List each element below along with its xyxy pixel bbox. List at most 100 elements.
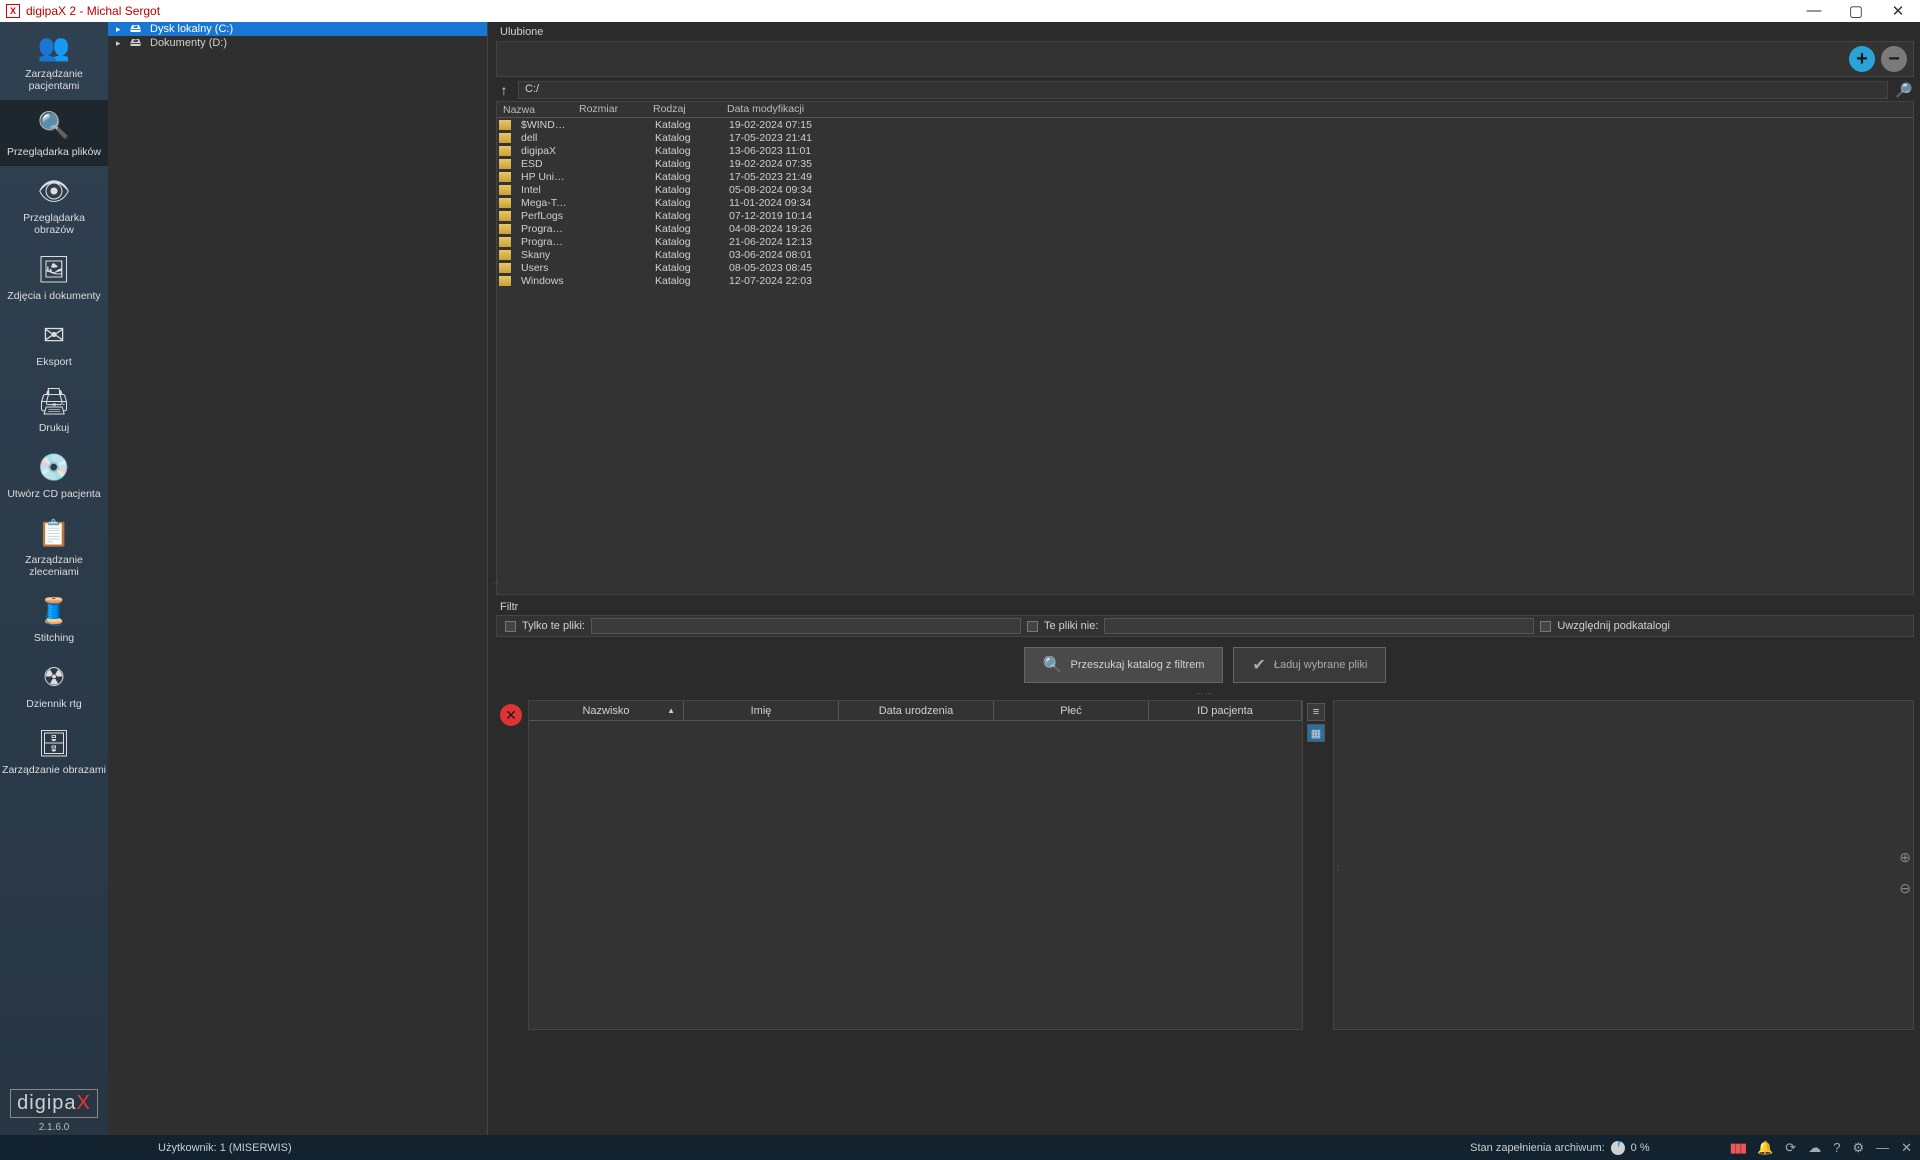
sidebar-item-9[interactable]: ☢Dziennik rtg xyxy=(0,652,108,718)
not-these-checkbox[interactable] xyxy=(1027,621,1038,632)
drive-icon: 🖴 xyxy=(130,34,144,53)
file-row[interactable]: Mega-TechKatalog11-01-2024 09:34 xyxy=(497,196,1913,209)
folder-icon xyxy=(499,237,511,247)
col-patient-id[interactable]: ID pacjenta xyxy=(1149,701,1302,720)
only-these-input[interactable] xyxy=(591,618,1021,634)
col-sex[interactable]: Płeć xyxy=(994,701,1149,720)
check-icon: ✔ xyxy=(1252,655,1265,675)
not-these-input[interactable] xyxy=(1104,618,1534,634)
file-date: 04-08-2024 19:26 xyxy=(723,223,873,235)
folder-icon xyxy=(499,263,511,273)
file-name: Program Files xyxy=(515,223,575,235)
file-name: Program File... xyxy=(515,236,575,248)
tree-item-1[interactable]: ▸🖴Dokumenty (D:) xyxy=(108,36,487,50)
sidebar-item-4[interactable]: ✉Eksport xyxy=(0,310,108,376)
splitter-vertical[interactable]: ⋮ xyxy=(488,22,496,1135)
status-close-icon[interactable]: ✕ xyxy=(1901,1140,1912,1156)
patient-table: Nazwisko▲ Imię Data urodzenia Płeć ID pa… xyxy=(528,700,1303,1030)
col-name[interactable]: Nazwa xyxy=(497,102,573,117)
sidebar-label: Stitching xyxy=(2,632,106,644)
app-icon: X xyxy=(6,4,20,18)
sidebar-item-0[interactable]: 👥Zarządzanie pacjentami xyxy=(0,22,108,100)
maximize-button[interactable]: ▢ xyxy=(1844,2,1868,20)
view-grid-button[interactable]: ▦ xyxy=(1307,724,1325,742)
sidebar-label: Zarządzanie pacjentami xyxy=(2,68,106,92)
sidebar-item-10[interactable]: 🗄Zarządzanie obrazami xyxy=(0,718,108,784)
sidebar-item-5[interactable]: 🖨Drukuj xyxy=(0,376,108,442)
close-button[interactable]: ✕ xyxy=(1886,2,1910,20)
status-minimize-icon[interactable]: — xyxy=(1876,1140,1889,1156)
file-name: Windows xyxy=(515,275,575,287)
expand-icon[interactable]: ▸ xyxy=(116,38,124,49)
file-name: Intel xyxy=(515,184,575,196)
status-alert-icon[interactable]: ▮▮▮ xyxy=(1730,1140,1745,1156)
sidebar-label: Dziennik rtg xyxy=(2,698,106,710)
minimize-button[interactable]: — xyxy=(1802,2,1826,20)
sidebar-icon: 🧵 xyxy=(2,594,106,628)
col-surname[interactable]: Nazwisko▲ xyxy=(529,701,684,720)
path-input[interactable]: C:/ xyxy=(518,81,1888,99)
col-birthdate[interactable]: Data urodzenia xyxy=(839,701,994,720)
file-date: 19-02-2024 07:35 xyxy=(723,158,873,170)
col-date[interactable]: Data modyfikacji xyxy=(721,102,871,117)
file-kind: Katalog xyxy=(649,132,723,144)
file-row[interactable]: dellKatalog17-05-2023 21:41 xyxy=(497,131,1913,144)
up-directory-button[interactable]: ↑ xyxy=(496,82,512,98)
file-kind: Katalog xyxy=(649,275,723,287)
status-cloud-icon[interactable]: ☁ xyxy=(1808,1140,1821,1156)
splitter-horizontal[interactable]: ⋯⋯ xyxy=(496,689,1914,698)
sidebar-item-3[interactable]: 🖼Zdjęcia i dokumenty xyxy=(0,244,108,310)
only-these-label: Tylko te pliki: xyxy=(522,620,585,632)
remove-favorite-button[interactable]: − xyxy=(1881,46,1907,72)
file-row[interactable]: PerfLogsKatalog07-12-2019 10:14 xyxy=(497,209,1913,222)
file-date: 17-05-2023 21:49 xyxy=(723,171,873,183)
zoom-in-button[interactable]: ⊕ xyxy=(1899,849,1911,866)
folder-icon xyxy=(499,146,511,156)
file-kind: Katalog xyxy=(649,145,723,157)
left-sidebar: 👥Zarządzanie pacjentami🔍Przeglądarka pli… xyxy=(0,22,108,1135)
file-row[interactable]: $WINDOWS....Katalog19-02-2024 07:15 xyxy=(497,118,1913,131)
preview-splitter[interactable]: ⋮ xyxy=(1334,865,1340,874)
col-kind[interactable]: Rodzaj xyxy=(647,102,721,117)
sidebar-item-8[interactable]: 🧵 Stitching xyxy=(0,586,108,652)
sidebar-item-7[interactable]: 📋Zarządzanie zleceniami xyxy=(0,508,108,586)
tree-item-0[interactable]: ▸🖴Dysk lokalny (C:) xyxy=(108,22,487,36)
file-row[interactable]: UsersKatalog08-05-2023 08:45 xyxy=(497,261,1913,274)
status-bell-icon[interactable]: 🔔 xyxy=(1757,1140,1773,1156)
only-these-checkbox[interactable] xyxy=(505,621,516,632)
zoom-out-button[interactable]: ⊖ xyxy=(1899,880,1911,897)
file-row[interactable]: Program FilesKatalog04-08-2024 19:26 xyxy=(497,222,1913,235)
file-row[interactable]: SkanyKatalog03-06-2024 08:01 xyxy=(497,248,1913,261)
col-firstname[interactable]: Imię xyxy=(684,701,839,720)
browse-button[interactable]: 🔎 xyxy=(1894,82,1914,99)
file-row[interactable]: HP Universal...Katalog17-05-2023 21:49 xyxy=(497,170,1913,183)
sidebar-item-1[interactable]: 🔍Przeglądarka plików xyxy=(0,100,108,166)
status-settings-icon[interactable]: ⚙ xyxy=(1852,1140,1864,1156)
file-row[interactable]: ESDKatalog19-02-2024 07:35 xyxy=(497,157,1913,170)
sidebar-item-2[interactable]: 👁Przeglądarka obrazów xyxy=(0,166,108,244)
file-row[interactable]: IntelKatalog05-08-2024 09:34 xyxy=(497,183,1913,196)
file-date: 13-06-2023 11:01 xyxy=(723,145,873,157)
file-row[interactable]: Program File...Katalog21-06-2024 12:13 xyxy=(497,235,1913,248)
clear-patients-button[interactable]: ✕ xyxy=(500,704,522,726)
status-help-icon[interactable]: ? xyxy=(1833,1140,1840,1156)
folder-icon xyxy=(499,224,511,234)
add-favorite-button[interactable]: + xyxy=(1849,46,1875,72)
not-these-label: Te pliki nie: xyxy=(1044,620,1098,632)
include-sub-checkbox[interactable] xyxy=(1540,621,1551,632)
sidebar-icon: 🗄 xyxy=(2,726,106,760)
load-selected-button[interactable]: ✔ Ładuj wybrane pliki xyxy=(1233,647,1386,683)
file-row[interactable]: WindowsKatalog12-07-2024 22:03 xyxy=(497,274,1913,287)
version-label: 2.1.6.0 xyxy=(0,1122,108,1133)
file-name: digipaX xyxy=(515,145,575,157)
status-refresh-icon[interactable]: ⟳ xyxy=(1785,1140,1796,1156)
view-list-button[interactable]: ≡ xyxy=(1307,703,1325,721)
expand-icon[interactable]: ▸ xyxy=(116,24,124,35)
sidebar-icon: 🔍 xyxy=(2,108,106,142)
file-date: 08-05-2023 08:45 xyxy=(723,262,873,274)
scan-button-label: Przeszukaj katalog z filtrem xyxy=(1071,659,1205,671)
file-row[interactable]: digipaX Katalog13-06-2023 11:01 xyxy=(497,144,1913,157)
sidebar-item-6[interactable]: 💿Utwórz CD pacjenta xyxy=(0,442,108,508)
scan-with-filter-button[interactable]: 🔍 Przeszukaj katalog z filtrem xyxy=(1024,647,1224,683)
col-size[interactable]: Rozmiar xyxy=(573,102,647,117)
